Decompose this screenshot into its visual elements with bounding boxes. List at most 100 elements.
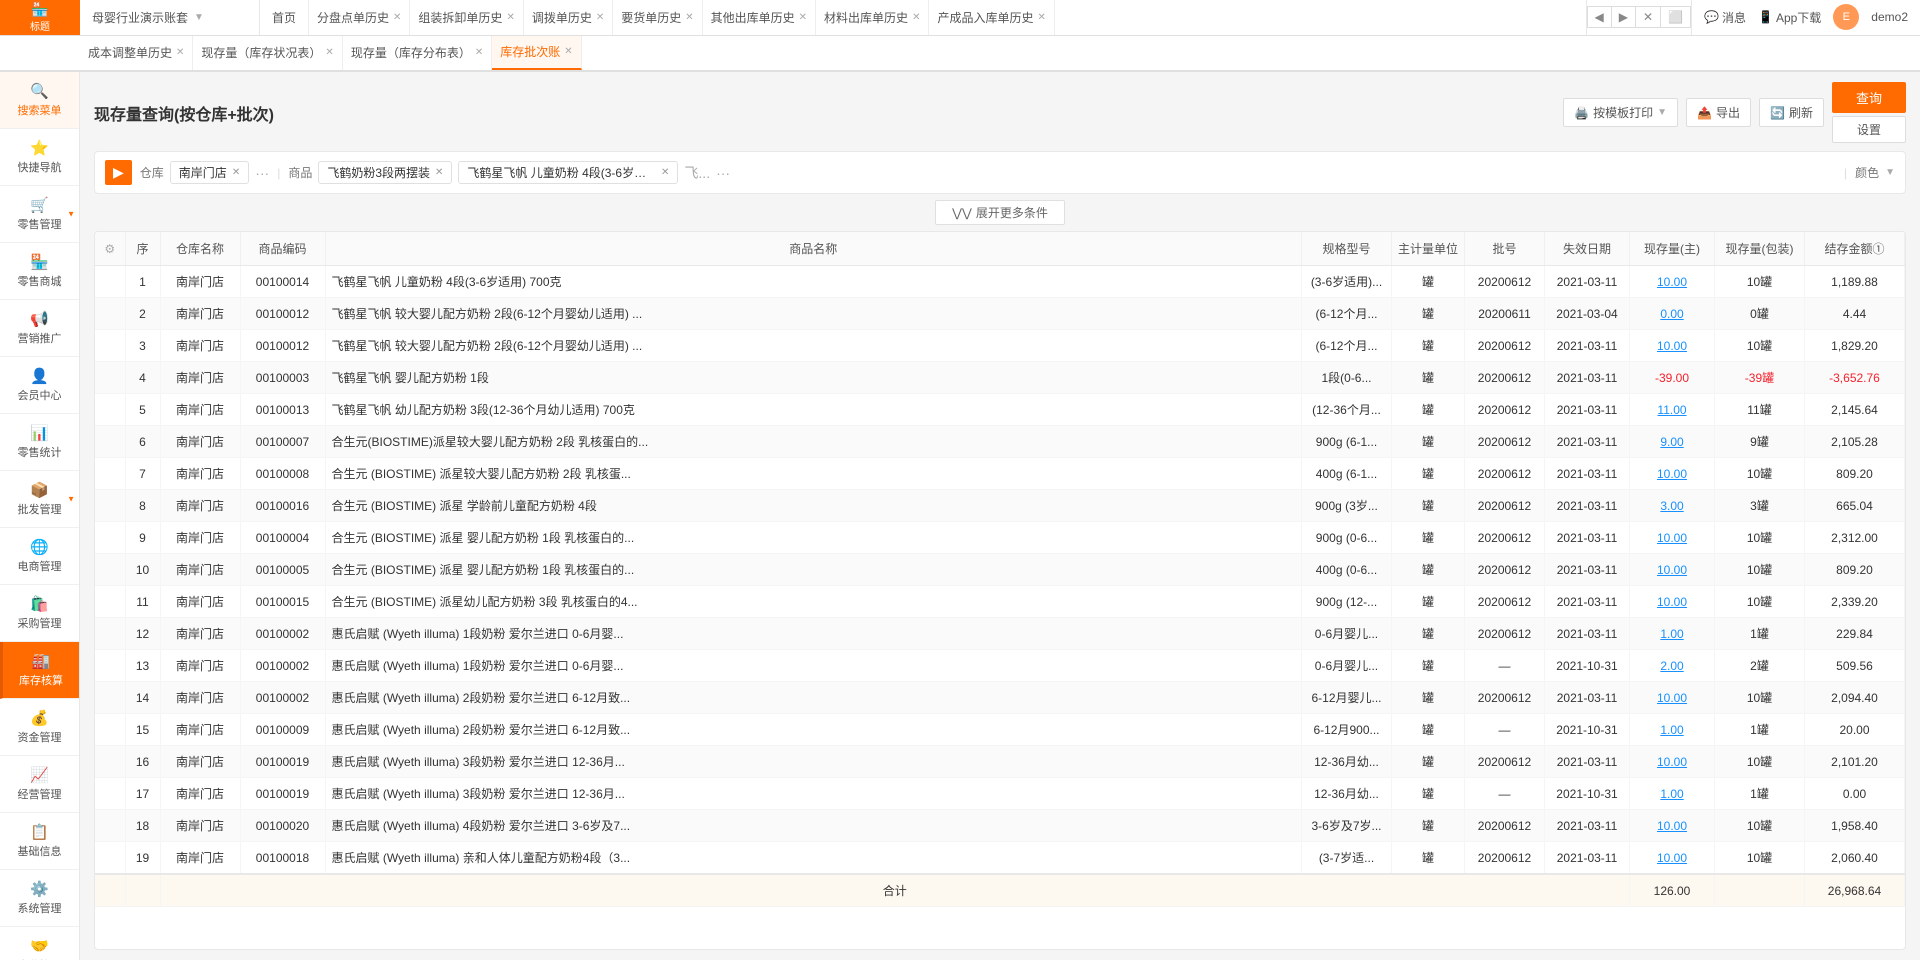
tab-close-fenpan[interactable]: ✕ [393, 12, 401, 23]
cell-qty-main[interactable]: 10.00 [1630, 330, 1715, 362]
cell-warehouse: 南岸门店 [160, 746, 240, 778]
sidebar-item-wholesale[interactable]: 📦 批发管理 ▼ [0, 471, 79, 528]
warehouse-more[interactable]: ··· [255, 165, 269, 181]
expand-more-btn[interactable]: ⋁⋁ 展开更多条件 [935, 200, 1065, 225]
refresh-btn[interactable]: 🔄 刷新 [1759, 98, 1824, 127]
cell-qty-main[interactable]: 10.00 [1630, 522, 1715, 554]
message-icon: 💬 [1704, 10, 1719, 24]
goods-ellipsis[interactable]: ··· [716, 165, 730, 181]
settings-btn[interactable]: 设置 [1832, 116, 1906, 143]
sidebar-item-search[interactable]: 🔍 搜索菜单 [0, 72, 79, 129]
column-settings-icon[interactable]: ⚙ [104, 242, 115, 256]
sidebar-item-inventory[interactable]: 🏭 库存核算 [0, 642, 79, 699]
cell-balance: 1,829.20 [1805, 330, 1905, 362]
tab-close-xianzailiang1[interactable]: ✕ [325, 47, 333, 58]
tab-close-tiaopao[interactable]: ✕ [596, 12, 604, 23]
warehouse-tag-nananmen[interactable]: 南岸门店 ✕ [170, 161, 249, 184]
industry-selector[interactable]: 母婴行业演示账套 ▼ [80, 0, 260, 35]
maximize-tab-btn[interactable]: ⬜ [1661, 6, 1691, 28]
goods-tag-feihe3[interactable]: 飞鹤奶粉3段两摆装 ✕ [318, 161, 452, 184]
tab-close-xianzailiang2[interactable]: ✕ [475, 47, 483, 58]
cell-index: 11 [125, 586, 160, 618]
tab-home[interactable]: 首页 [260, 0, 309, 35]
tab-zuche[interactable]: 组装拆卸单历史 ✕ [410, 0, 523, 35]
cell-qty-main[interactable]: 0.00 [1630, 298, 1715, 330]
tab-close-kucunpici[interactable]: ✕ [564, 46, 572, 57]
tab-tiaopao[interactable]: 调拨单历史 ✕ [524, 0, 613, 35]
cell-name: 惠氏启赋 (Wyeth illuma) 亲和人体儿童配方奶粉4段（3... [325, 842, 1301, 875]
goods-more[interactable]: 飞... [684, 163, 710, 183]
close-tab-btn[interactable]: ✕ [1636, 6, 1661, 28]
cell-qty-main[interactable]: 9.00 [1630, 426, 1715, 458]
app-download-btn[interactable]: 📱 App下载 [1758, 9, 1821, 26]
sidebar-item-basic[interactable]: 📋 基础信息 [0, 813, 79, 870]
prev-tab-btn[interactable]: ◀ [1587, 6, 1612, 28]
cell-qty-main[interactable]: 10.00 [1630, 458, 1715, 490]
tab-chengben[interactable]: 成本调整单历史 ✕ [80, 36, 193, 71]
query-btn[interactable]: 查询 [1832, 82, 1906, 113]
username[interactable]: demo2 [1871, 10, 1908, 24]
sidebar-item-quick[interactable]: ⭐ 快捷导航 [0, 129, 79, 186]
tab-kucunpici[interactable]: 库存批次账 ✕ [492, 36, 581, 71]
sidebar-item-marketing[interactable]: 📢 营销推广 [0, 300, 79, 357]
col-warehouse-header: 仓库名称 [160, 232, 240, 266]
tab-close-zuche[interactable]: ✕ [506, 12, 514, 23]
color-dropdown-arrow[interactable]: ▼ [1885, 167, 1895, 178]
export-btn[interactable]: 📤 导出 [1686, 98, 1751, 127]
cell-qty-main[interactable]: 11.00 [1630, 394, 1715, 426]
sidebar-item-stats[interactable]: 📊 零售统计 [0, 414, 79, 471]
cell-qty-main[interactable]: 10.00 [1630, 554, 1715, 586]
cell-qty-main[interactable]: 10.00 [1630, 266, 1715, 298]
sidebar-item-purchase[interactable]: 🛍️ 采购管理 [0, 585, 79, 642]
goods-tag-feihe4[interactable]: 飞鹤星飞帆 儿童奶粉 4段(3-6岁适用) 700克 ✕ [458, 161, 678, 184]
cell-warehouse: 南岸门店 [160, 394, 240, 426]
cell-qty-main[interactable]: 10.00 [1630, 842, 1715, 875]
sidebar-item-finance[interactable]: 💰 资金管理 [0, 699, 79, 756]
tab-qitachu[interactable]: 其他出库单历史 ✕ [703, 0, 816, 35]
filter-expand-btn[interactable]: ▶ [105, 160, 132, 185]
goods-tag1-close[interactable]: ✕ [435, 167, 443, 178]
cell-qty-main[interactable]: 10.00 [1630, 810, 1715, 842]
sidebar-item-ecommerce[interactable]: 🌐 电商管理 [0, 528, 79, 585]
sidebar-item-operation[interactable]: 📈 经营管理 [0, 756, 79, 813]
cell-qty-main[interactable]: 10.00 [1630, 682, 1715, 714]
tab-cailiao[interactable]: 材料出库单历史 ✕ [816, 0, 929, 35]
next-tab-btn[interactable]: ▶ [1612, 6, 1636, 28]
sidebar-item-system[interactable]: ⚙️ 系统管理 [0, 870, 79, 927]
user-avatar[interactable]: E [1833, 4, 1859, 30]
cell-spec: 6-12月婴儿... [1301, 682, 1391, 714]
cell-qty-main[interactable]: 10.00 [1630, 586, 1715, 618]
tab-close-cailiao[interactable]: ✕ [912, 12, 920, 23]
print-btn[interactable]: 🖨️ 按模板打印 ▼ [1563, 98, 1678, 127]
cell-balance: -3,652.76 [1805, 362, 1905, 394]
cell-name: 惠氏启赋 (Wyeth illuma) 3段奶粉 爱尔兰进口 12-36月... [325, 778, 1301, 810]
sidebar-item-retail[interactable]: 🛒 零售管理 ▼ [0, 186, 79, 243]
cell-qty-main[interactable]: 1.00 [1630, 714, 1715, 746]
tab-fenpan[interactable]: 分盘点单历史 ✕ [309, 0, 410, 35]
table-row: 18南岸门店00100020惠氏启赋 (Wyeth illuma) 4段奶粉 爱… [95, 810, 1905, 842]
warehouse-tag-close[interactable]: ✕ [232, 167, 240, 178]
message-btn[interactable]: 💬 消息 [1704, 9, 1746, 26]
tab-chengpin[interactable]: 产成品入库单历史 ✕ [929, 0, 1054, 35]
tab-close-qitachu[interactable]: ✕ [799, 12, 807, 23]
sidebar-item-corp[interactable]: 🤝 企业协同 [0, 927, 79, 960]
logo[interactable]: 🏪 标题 [0, 0, 80, 35]
print-dropdown-arrow[interactable]: ▼ [1657, 107, 1667, 118]
cell-qty-main[interactable]: 1.00 [1630, 618, 1715, 650]
tab-xianzailiang2[interactable]: 现存量（库存分布表） ✕ [343, 36, 492, 71]
col-settings-header[interactable]: ⚙ [95, 232, 125, 266]
sidebar-item-member[interactable]: 👤 会员中心 [0, 357, 79, 414]
goods-tag2-close[interactable]: ✕ [661, 167, 669, 178]
cell-qty-main[interactable]: 2.00 [1630, 650, 1715, 682]
cell-qty-main[interactable]: -39.00 [1630, 362, 1715, 394]
cell-qty-main[interactable]: 3.00 [1630, 490, 1715, 522]
sidebar-item-shop[interactable]: 🏪 零售商城 [0, 243, 79, 300]
tab-close-chengben[interactable]: ✕ [176, 47, 184, 58]
tab-close-yaohuo[interactable]: ✕ [685, 12, 693, 23]
cell-qty-main[interactable]: 1.00 [1630, 778, 1715, 810]
tab-close-chengpin[interactable]: ✕ [1037, 12, 1045, 23]
tab-xianzailiang1[interactable]: 现存量（库存状况表） ✕ [193, 36, 342, 71]
cell-qty-main[interactable]: 10.00 [1630, 746, 1715, 778]
cell-spec: 6-12月900... [1301, 714, 1391, 746]
tab-yaohuo[interactable]: 要货单历史 ✕ [613, 0, 702, 35]
